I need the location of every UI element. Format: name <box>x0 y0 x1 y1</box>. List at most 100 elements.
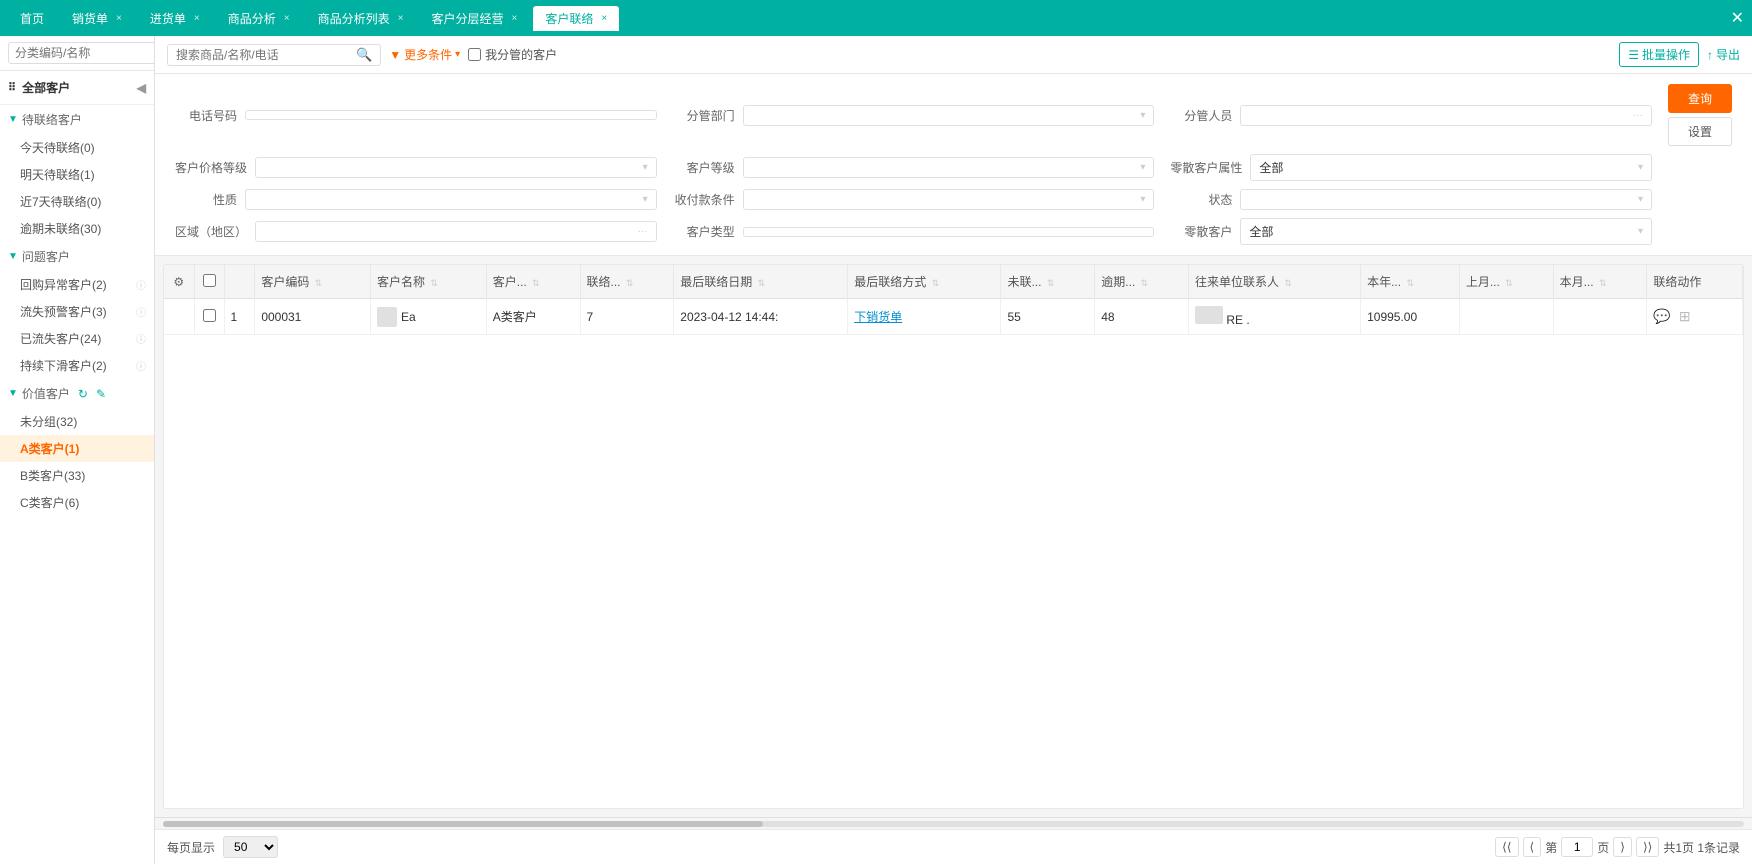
prev-page-button[interactable]: ⟨ <box>1523 837 1542 857</box>
refresh-icon[interactable]: ↻ <box>78 387 88 401</box>
nav-tab-home[interactable]: 首页 <box>8 6 56 31</box>
customer-type-input[interactable] <box>743 227 1155 237</box>
window-close-button[interactable]: ✕ <box>1731 8 1744 28</box>
payment-dropdown[interactable]: ▾ <box>743 189 1155 210</box>
chat-icon[interactable]: 💬 <box>1653 308 1670 325</box>
nav-tab-customer-segment[interactable]: 客户分层经营 × <box>419 6 529 31</box>
footer: 每页显示 50 100 200 ⟨⟨ ⟨ 第 页 ⟩ ⟩⟩ 共1页 1条记录 <box>155 829 1752 864</box>
th-unit-contact[interactable]: 往来单位联系人 ⇅ <box>1189 265 1361 299</box>
sidebar-declining-customers[interactable]: 持续下滑客户(2) ⓘ <box>0 352 154 379</box>
close-sales-tab[interactable]: × <box>116 13 122 24</box>
retail-attr-dropdown[interactable]: 全部 ▾ <box>1250 154 1652 181</box>
retail-customer-dropdown[interactable]: 全部 ▾ <box>1240 218 1652 245</box>
query-button[interactable]: 查询 <box>1668 84 1732 113</box>
close-product-analysis-tab[interactable]: × <box>284 13 290 24</box>
chevron-down-icon: ▾ <box>643 162 648 173</box>
th-category[interactable]: 客户... ⇅ <box>486 265 580 299</box>
th-overdue[interactable]: 逾期... ⇅ <box>1095 265 1189 299</box>
td-checkbox[interactable] <box>194 299 224 335</box>
sidebar-lost-customers[interactable]: 已流失客户(24) ⓘ <box>0 325 154 352</box>
sidebar-c-customers[interactable]: C类客户(6) <box>0 489 154 516</box>
td-overdue: 48 <box>1095 299 1189 335</box>
sort-icon: ⇅ <box>315 278 323 288</box>
nav-tab-purchase[interactable]: 进货单 × <box>138 6 212 31</box>
dept-dropdown[interactable]: ▾ <box>743 105 1155 126</box>
th-last-month[interactable]: 上月... ⇅ <box>1459 265 1553 299</box>
search-icon[interactable]: 🔍 <box>356 47 372 63</box>
close-purchase-tab[interactable]: × <box>194 13 200 24</box>
th-not-contacted[interactable]: 未联... ⇅ <box>1001 265 1095 299</box>
filter-person: 分管人员 ··· <box>1162 105 1660 126</box>
edit-icon[interactable]: ✎ <box>96 387 106 401</box>
customer-level-dropdown[interactable]: ▾ <box>743 157 1155 178</box>
nav-tab-customer-contact[interactable]: 客户联络 × <box>533 6 619 31</box>
close-product-list-tab[interactable]: × <box>398 13 404 24</box>
filter-retail-customer: 零散客户 全部 ▾ <box>1162 218 1660 245</box>
sidebar-loss-warning[interactable]: 流失预警客户(3) ⓘ <box>0 298 154 325</box>
sidebar-today-pending[interactable]: 今天待联络(0) <box>0 134 154 161</box>
footer-left: 每页显示 50 100 200 <box>167 836 278 858</box>
th-last-contact-date[interactable]: 最后联络日期 ⇅ <box>674 265 848 299</box>
th-settings[interactable]: ⚙ <box>164 265 194 299</box>
first-page-button[interactable]: ⟨⟨ <box>1495 837 1518 857</box>
price-level-dropdown[interactable]: ▾ <box>255 157 657 178</box>
close-customer-segment-tab[interactable]: × <box>511 13 517 24</box>
scrollbar-thumb[interactable] <box>163 821 763 827</box>
export-button[interactable]: ↑ 导出 <box>1707 46 1740 63</box>
th-last-contact-method[interactable]: 最后联络方式 ⇅ <box>848 265 1001 299</box>
settings-icon[interactable]: ⚙ <box>173 275 184 289</box>
pending-contact-section[interactable]: ▼ 待联络客户 <box>0 105 154 134</box>
filter-row-1: 电话号码 分管部门 ▾ 分管人员 ··· 查询 设置 <box>167 84 1740 146</box>
th-code[interactable]: 客户编码 ⇅ <box>255 265 371 299</box>
nav-tab-sales[interactable]: 销货单 × <box>60 6 134 31</box>
sidebar-b-customers[interactable]: B类客户(33) <box>0 462 154 489</box>
nav-tab-product-analysis[interactable]: 商品分析 × <box>216 6 302 31</box>
filter-price-level: 客户价格等级 ▾ <box>167 157 665 178</box>
sidebar-unclassified[interactable]: 未分组(32) <box>0 408 154 435</box>
th-this-month[interactable]: 本月... ⇅ <box>1553 265 1647 299</box>
sidebar-collapse-icon[interactable]: ◀ <box>137 81 146 95</box>
th-contact[interactable]: 联络... ⇅ <box>580 265 674 299</box>
my-customers-checkbox[interactable]: 我分管的客户 <box>468 46 557 63</box>
sidebar-tomorrow-pending[interactable]: 明天待联络(1) <box>0 161 154 188</box>
value-customers-section[interactable]: ▼ 价值客户 ↻ ✎ <box>0 379 154 408</box>
last-page-button[interactable]: ⟩⟩ <box>1636 837 1659 857</box>
region-input[interactable]: ··· <box>255 221 657 242</box>
page-number-input[interactable] <box>1561 837 1593 857</box>
filter-button[interactable]: ▼ 更多条件 ▾ <box>389 46 460 63</box>
person-input[interactable]: ··· <box>1240 105 1652 126</box>
td-last-contact-method[interactable]: 下销货单 <box>848 299 1001 335</box>
sidebar-search-input[interactable] <box>8 42 155 64</box>
batch-ops-button[interactable]: ☰ 批量操作 <box>1619 42 1699 67</box>
horizontal-scrollbar[interactable] <box>155 817 1752 829</box>
next-page-button[interactable]: ⟩ <box>1613 837 1632 857</box>
th-this-year[interactable]: 本年... ⇅ <box>1361 265 1460 299</box>
setting-button[interactable]: 设置 <box>1668 117 1732 146</box>
data-table: ⚙ 客户编码 ⇅ 客户名称 ⇅ <box>163 264 1744 809</box>
qr-icon[interactable]: ⊞ <box>1679 308 1691 325</box>
nav-tab-product-list[interactable]: 商品分析列表 × <box>306 6 416 31</box>
nature-dropdown[interactable]: ▾ <box>245 189 657 210</box>
close-customer-contact-tab[interactable]: × <box>601 13 607 24</box>
row-checkbox[interactable] <box>203 309 216 322</box>
sort-icon: ⇅ <box>1141 278 1149 288</box>
sidebar-repurchase-abnormal[interactable]: 回购异常客户(2) ⓘ <box>0 271 154 298</box>
dots-icon: ··· <box>638 226 648 237</box>
status-dropdown[interactable]: ▾ <box>1240 189 1652 210</box>
select-all-checkbox[interactable] <box>203 274 216 287</box>
per-page-select[interactable]: 50 100 200 <box>223 836 278 858</box>
problem-customers-section[interactable]: ▼ 问题客户 <box>0 242 154 271</box>
sidebar-overdue-contact[interactable]: 逾期未联络(30) <box>0 215 154 242</box>
th-name[interactable]: 客户名称 ⇅ <box>371 265 487 299</box>
sidebar-7days-pending[interactable]: 近7天待联络(0) <box>0 188 154 215</box>
phone-input[interactable] <box>245 110 657 120</box>
arrow-icon: ▼ <box>8 251 18 262</box>
unit-contact-avatar <box>1195 306 1223 324</box>
td-this-month <box>1553 299 1647 335</box>
grid-icon: ⠿ <box>8 81 16 94</box>
my-customers-check[interactable] <box>468 48 481 61</box>
sidebar-all-customers-title: ⠿ 全部客户 ◀ <box>0 71 154 105</box>
sidebar-a-customers[interactable]: A类客户(1) <box>0 435 154 462</box>
search-input[interactable] <box>176 48 356 62</box>
filter-phone: 电话号码 <box>167 107 665 124</box>
